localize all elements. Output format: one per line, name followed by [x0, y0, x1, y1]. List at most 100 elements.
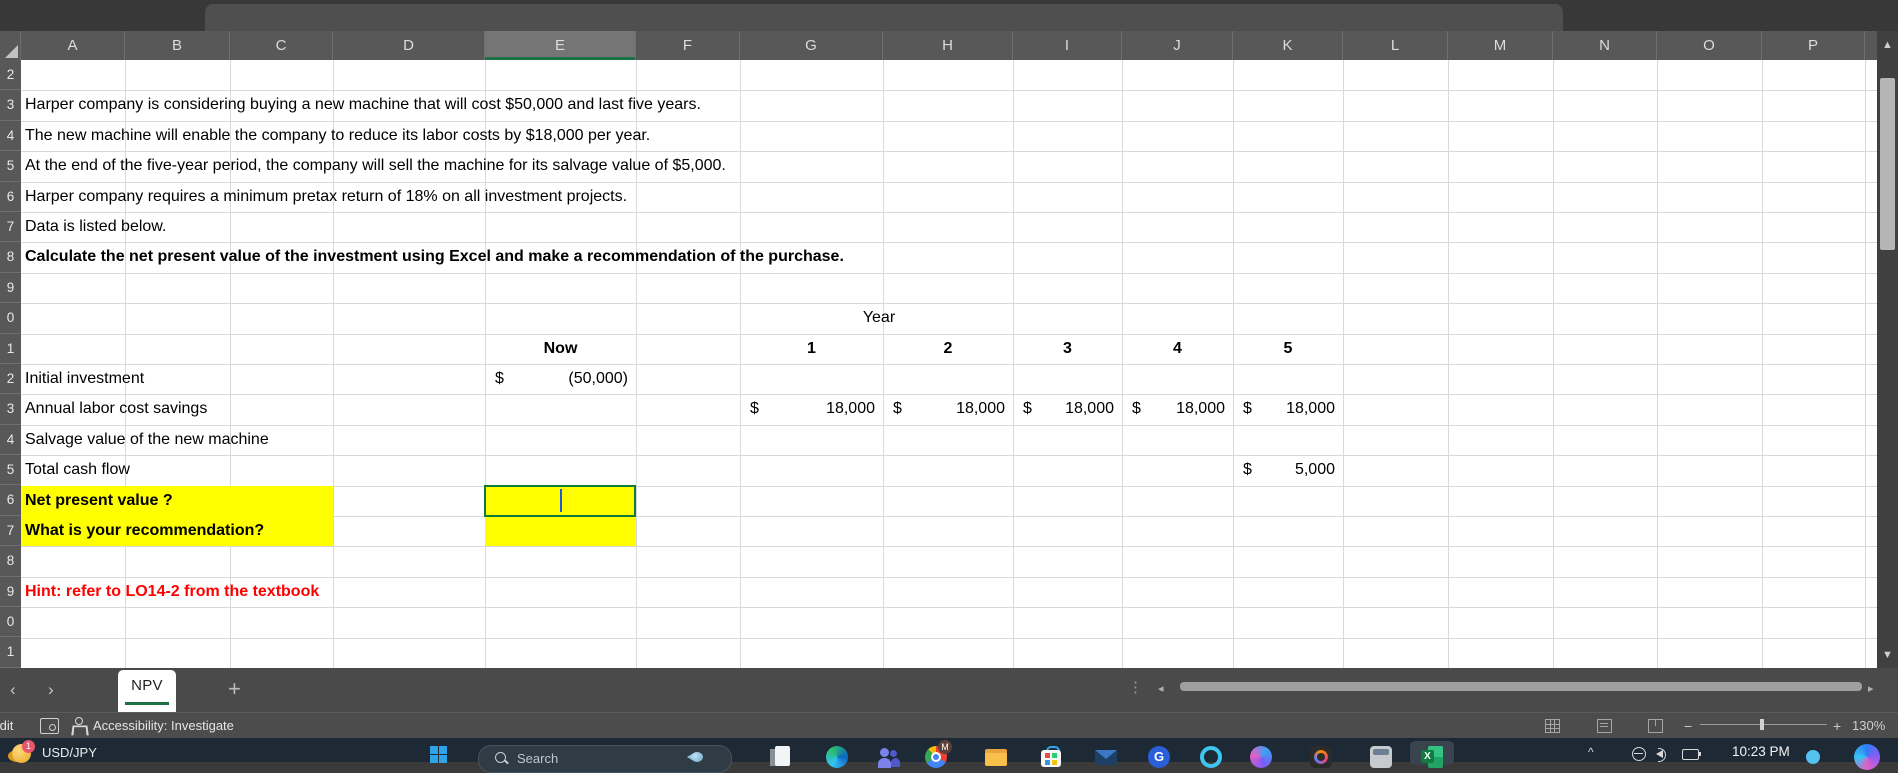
notepad-icon[interactable] [770, 746, 792, 768]
cell-now-header[interactable]: Now [485, 334, 636, 364]
cell-a8[interactable]: Calculate the net present value of the i… [25, 242, 844, 272]
scroll-up-icon[interactable]: ▲ [1877, 39, 1898, 51]
row-header-9[interactable]: 9 [0, 273, 21, 304]
formula-bar-remnant[interactable] [205, 4, 1563, 31]
cell-year-2[interactable]: 2 [883, 334, 1013, 364]
hscroll-right-icon[interactable]: ▸ [1868, 682, 1874, 695]
column-header-d[interactable]: D [333, 31, 485, 60]
network-icon[interactable] [1632, 747, 1646, 761]
row-header-3[interactable]: 3 [0, 90, 21, 121]
new-sheet-button[interactable]: + [228, 668, 241, 712]
cell-a4[interactable]: The new machine will enable the company … [25, 121, 650, 151]
prev-sheet-icon[interactable]: ‹ [10, 668, 16, 712]
cell-year-3[interactable]: 3 [1013, 334, 1122, 364]
row-header-18[interactable]: 8 [0, 546, 21, 577]
vertical-scrollbar-thumb[interactable] [1880, 78, 1895, 250]
taskbar-search-box[interactable]: Search [478, 745, 732, 773]
file-explorer-icon[interactable] [985, 746, 1007, 768]
excel-app-icon[interactable]: X [1421, 746, 1443, 768]
column-header-m[interactable]: M [1448, 31, 1553, 60]
column-header-e-selected[interactable]: E [485, 31, 636, 60]
column-header-l[interactable]: L [1343, 31, 1448, 60]
zoom-in-button[interactable]: + [1833, 718, 1841, 734]
row-header-11[interactable]: 1 [0, 334, 21, 364]
column-header-a[interactable]: A [21, 31, 125, 60]
sheet-tab-npv[interactable]: NPV [118, 670, 176, 712]
cell-a6[interactable]: Harper company requires a minimum pretax… [25, 182, 627, 212]
cell-label-net-present-value[interactable]: Net present value ? [25, 486, 173, 516]
cell-label-recommendation[interactable]: What is your recommendation? [25, 516, 264, 546]
start-button-icon[interactable] [430, 746, 447, 763]
cell-year-4[interactable]: 4 [1122, 334, 1233, 364]
row-header-14[interactable]: 4 [0, 425, 21, 456]
teams-icon[interactable] [878, 746, 900, 768]
cell-year-1[interactable]: 1 [740, 334, 883, 364]
cell-k15-total-cash-flow-year5[interactable]: $ 5,000 [1233, 455, 1343, 485]
next-sheet-icon[interactable]: › [48, 668, 54, 712]
column-header-i[interactable]: I [1013, 31, 1122, 60]
row-header-16[interactable]: 6 [0, 485, 21, 516]
page-break-view-icon[interactable] [1648, 719, 1663, 733]
zoom-slider-thumb[interactable] [1760, 719, 1764, 730]
page-layout-view-icon[interactable] [1597, 719, 1612, 733]
column-header-f[interactable]: F [636, 31, 740, 60]
column-header-b[interactable]: B [125, 31, 230, 60]
cell-year-header[interactable]: Year [636, 303, 1122, 333]
row-header-17[interactable]: 7 [0, 516, 21, 547]
cell-k13-savings-year5[interactable]: $ 18,000 [1233, 394, 1343, 424]
edge-browser-icon[interactable] [826, 746, 848, 768]
scroll-down-icon[interactable]: ▼ [1877, 649, 1898, 661]
mail-icon[interactable] [1095, 746, 1117, 768]
cell-label-annual-labor-savings[interactable]: Annual labor cost savings [25, 394, 207, 424]
battery-icon[interactable] [1682, 749, 1701, 760]
hidden-icons-caret[interactable]: ^ [1588, 745, 1594, 759]
row-header-8[interactable]: 8 [0, 242, 21, 273]
opera-browser-icon[interactable] [1200, 746, 1222, 768]
row-header-20[interactable]: 0 [0, 607, 21, 638]
microsoft-store-icon[interactable] [1040, 746, 1062, 768]
row-header-10[interactable]: 0 [0, 303, 21, 334]
column-header-j[interactable]: J [1122, 31, 1233, 60]
cell-label-initial-investment[interactable]: Initial investment [25, 364, 144, 394]
column-header-g[interactable]: G [740, 31, 883, 60]
row-header-21[interactable]: 1 [0, 637, 21, 668]
column-header-o[interactable]: O [1657, 31, 1762, 60]
cell-e12-initial-investment-value[interactable]: $ (50,000) [485, 364, 636, 394]
widgets-button[interactable]: USD/JPY [42, 745, 97, 760]
row-header-15[interactable]: 5 [0, 455, 21, 486]
cell-h13-savings-year2[interactable]: $ 18,000 [883, 394, 1013, 424]
accessibility-status[interactable]: Accessibility: Investigate [93, 718, 234, 733]
microsoft-365-icon[interactable] [1310, 746, 1332, 768]
tab-splitter-icon[interactable]: ⋮ [1128, 678, 1143, 696]
normal-view-icon[interactable] [1545, 719, 1560, 733]
copilot-app-icon[interactable] [1250, 746, 1272, 768]
cell-a7[interactable]: Data is listed below. [25, 212, 166, 242]
copilot-tray-icon[interactable] [1854, 744, 1880, 770]
cell-a3[interactable]: Harper company is considering buying a n… [25, 90, 701, 120]
row-header-4[interactable]: 4 [0, 121, 21, 152]
cell-label-salvage-value[interactable]: Salvage value of the new machine [25, 425, 269, 455]
display-settings-icon[interactable] [40, 718, 59, 734]
zoom-out-button[interactable]: − [1684, 718, 1692, 734]
zoom-level[interactable]: 130% [1852, 718, 1885, 733]
row-header-19[interactable]: 9 [0, 577, 21, 608]
row-header-13[interactable]: 3 [0, 394, 21, 425]
row-header-5[interactable]: 5 [0, 151, 21, 182]
cell-g13-savings-year1[interactable]: $ 18,000 [740, 394, 883, 424]
row-header-12[interactable]: 2 [0, 364, 21, 395]
row-header-7[interactable]: 7 [0, 212, 21, 243]
horizontal-scrollbar-thumb[interactable] [1180, 682, 1862, 691]
cell-i13-savings-year3[interactable]: $ 18,000 [1013, 394, 1122, 424]
cell-year-5[interactable]: 5 [1233, 334, 1343, 364]
select-all-corner[interactable] [0, 31, 21, 60]
column-header-p[interactable]: P [1762, 31, 1865, 60]
hscroll-left-icon[interactable]: ◂ [1158, 682, 1164, 695]
volume-icon[interactable] [1656, 748, 1666, 762]
calculator-icon[interactable] [1370, 746, 1392, 768]
row-header-2[interactable]: 2 [0, 60, 21, 91]
cell-hint[interactable]: Hint: refer to LO14-2 from the textbook [25, 577, 319, 607]
taskbar-clock[interactable]: 10:23 PM [1732, 744, 1790, 759]
highlight-recommendation-answer-cell[interactable] [485, 516, 636, 547]
g-app-icon[interactable]: G [1148, 746, 1170, 768]
cell-a5[interactable]: At the end of the five-year period, the … [25, 151, 726, 181]
